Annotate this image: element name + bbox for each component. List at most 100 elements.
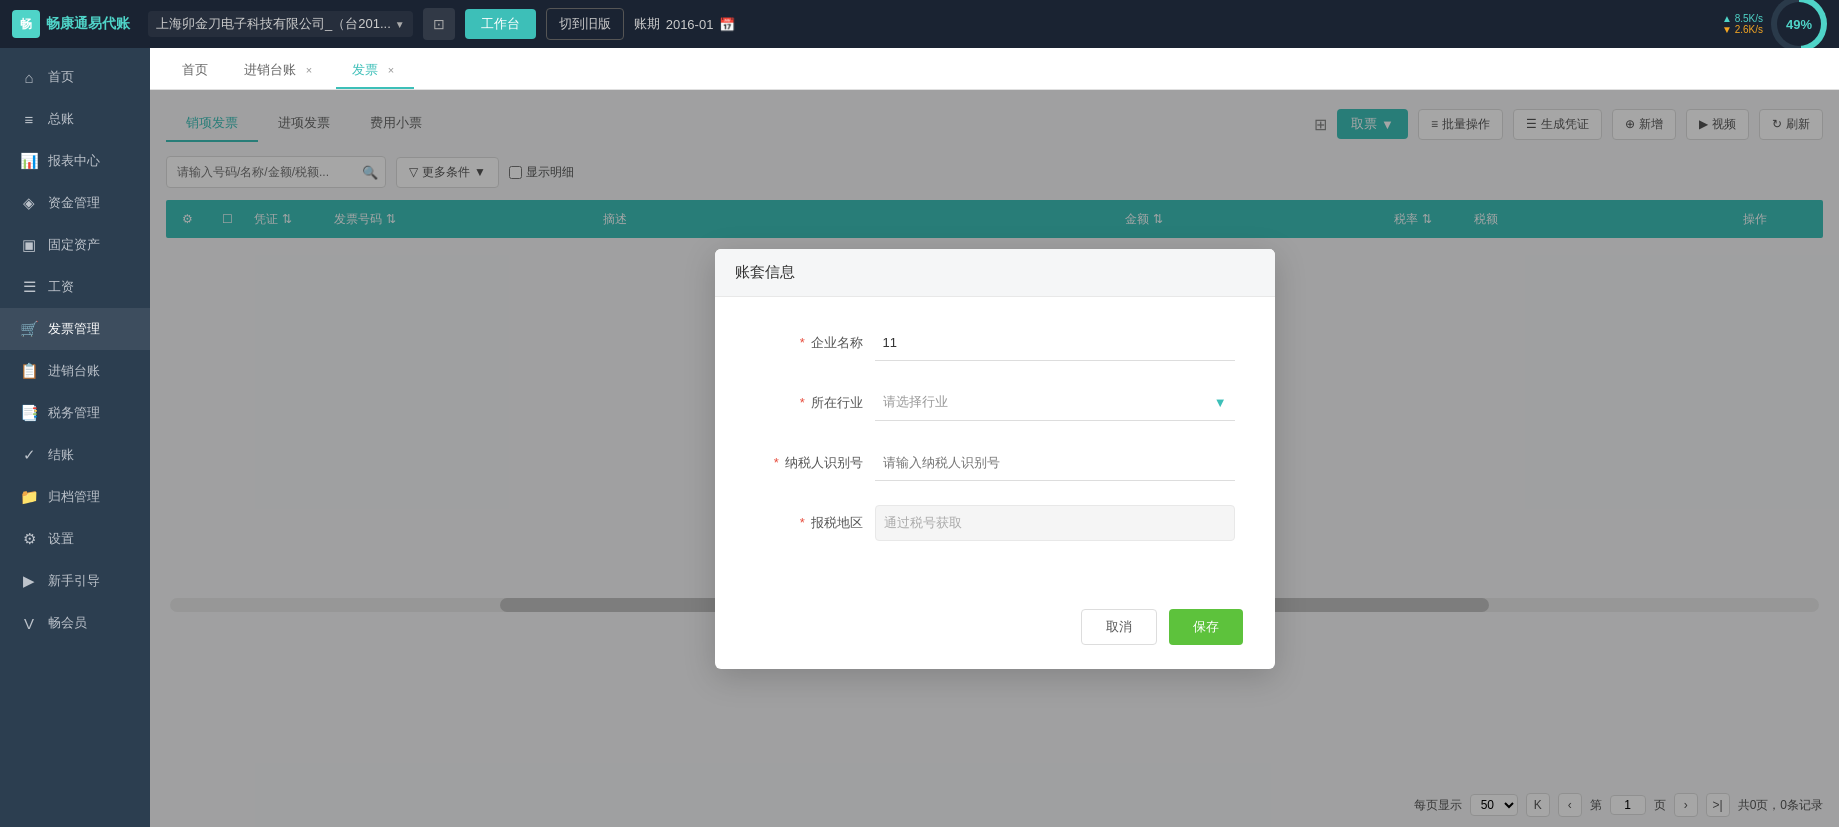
salary-icon: ☰ bbox=[20, 278, 38, 296]
sidebar-label-guide: 新手引导 bbox=[48, 572, 100, 590]
company-name-input[interactable] bbox=[875, 325, 1235, 361]
dialog-footer: 取消 保存 bbox=[715, 593, 1275, 669]
company-dropdown-icon: ▼ bbox=[395, 19, 405, 30]
reports-icon: 📊 bbox=[20, 152, 38, 170]
tab-purchase-close[interactable]: × bbox=[302, 63, 316, 77]
sidebar-item-settlement[interactable]: ✓ 结账 bbox=[0, 434, 150, 476]
tax-region-placeholder: 通过税号获取 bbox=[884, 514, 962, 532]
tax-id-input[interactable] bbox=[875, 445, 1235, 481]
dialog-title: 账套信息 bbox=[735, 263, 795, 280]
company-selector[interactable]: 上海卯金刀电子科技有限公司_（台201... ▼ bbox=[148, 11, 413, 37]
industry-select[interactable]: 请选择行业 ▼ bbox=[875, 385, 1235, 421]
ledger-icon: ≡ bbox=[20, 111, 38, 128]
logo-icon: 畅 bbox=[12, 10, 40, 38]
account-info-dialog: 账套信息 * 企业名称 * 所在行 bbox=[715, 249, 1275, 669]
dialog-header: 账套信息 bbox=[715, 249, 1275, 297]
tab-home[interactable]: 首页 bbox=[166, 53, 224, 89]
topbar: 畅 畅康通易代账 上海卯金刀电子科技有限公司_（台201... ▼ ⊡ 工作台 … bbox=[0, 0, 1839, 48]
sidebar-item-capital[interactable]: ◈ 资金管理 bbox=[0, 182, 150, 224]
sidebar-item-archive[interactable]: 📁 归档管理 bbox=[0, 476, 150, 518]
tab-invoice-label: 发票 bbox=[352, 61, 378, 79]
main-area: 首页 进销台账 × 发票 × 销项发票 进项发票 费用小票 ⊞ bbox=[150, 48, 1839, 827]
speed-circle: 49% bbox=[1771, 0, 1827, 52]
app-logo: 畅 畅康通易代账 bbox=[12, 10, 130, 38]
content-area: 销项发票 进项发票 费用小票 ⊞ 取票 ▼ ≡ 批量操作 ☰ bbox=[150, 90, 1839, 827]
sidebar-item-invoice[interactable]: 🛒 发票管理 bbox=[0, 308, 150, 350]
sidebar-label-capital: 资金管理 bbox=[48, 194, 100, 212]
period-value: 2016-01 bbox=[666, 17, 714, 32]
sidebar-item-tax[interactable]: 📑 税务管理 bbox=[0, 392, 150, 434]
sidebar-item-purchase[interactable]: 📋 进销台账 bbox=[0, 350, 150, 392]
assets-icon: ▣ bbox=[20, 236, 38, 254]
speed-down: ▼ 2.6K/s bbox=[1722, 24, 1763, 35]
sidebar-label-invoice: 发票管理 bbox=[48, 320, 100, 338]
member-icon: V bbox=[20, 615, 38, 632]
form-row-industry: * 所在行业 请选择行业 ▼ bbox=[755, 385, 1235, 421]
period-label: 账期 bbox=[634, 15, 660, 33]
form-row-company: * 企业名称 bbox=[755, 325, 1235, 361]
tax-region-label: * 报税地区 bbox=[755, 514, 875, 532]
sidebar-label-settings: 设置 bbox=[48, 530, 74, 548]
form-row-tax-region: * 报税地区 通过税号获取 bbox=[755, 505, 1235, 541]
modal-overlay: 账套信息 * 企业名称 * 所在行 bbox=[150, 90, 1839, 827]
settlement-icon: ✓ bbox=[20, 446, 38, 464]
dialog-body: * 企业名称 * 所在行业 请选择行业 ▼ bbox=[715, 297, 1275, 593]
app-name: 畅康通易代账 bbox=[46, 15, 130, 33]
industry-dropdown-icon: ▼ bbox=[1214, 395, 1227, 410]
speed-text: ▲ 8.5K/s ▼ 2.6K/s bbox=[1722, 13, 1763, 35]
capital-icon: ◈ bbox=[20, 194, 38, 212]
tax-id-label: * 纳税人识别号 bbox=[755, 454, 875, 472]
speed-percent: 49% bbox=[1777, 2, 1821, 46]
sidebar-label-archive: 归档管理 bbox=[48, 488, 100, 506]
tabs-bar: 首页 进销台账 × 发票 × bbox=[150, 48, 1839, 90]
company-name-label: * 企业名称 bbox=[755, 334, 875, 352]
sidebar-label-salary: 工资 bbox=[48, 278, 74, 296]
sidebar-item-member[interactable]: V 畅会员 bbox=[0, 602, 150, 644]
sidebar-label-tax: 税务管理 bbox=[48, 404, 100, 422]
calendar-icon[interactable]: 📅 bbox=[719, 17, 735, 32]
sidebar-item-settings[interactable]: ⚙ 设置 bbox=[0, 518, 150, 560]
archive-icon: 📁 bbox=[20, 488, 38, 506]
tab-invoice-close[interactable]: × bbox=[384, 63, 398, 77]
copy-icon-btn[interactable]: ⊡ bbox=[423, 8, 455, 40]
sidebar-label-assets: 固定资产 bbox=[48, 236, 100, 254]
sidebar-item-home[interactable]: ⌂ 首页 bbox=[0, 56, 150, 98]
tab-purchase[interactable]: 进销台账 × bbox=[228, 53, 332, 89]
sidebar-label-reports: 报表中心 bbox=[48, 152, 100, 170]
tax-icon: 📑 bbox=[20, 404, 38, 422]
old-version-button[interactable]: 切到旧版 bbox=[546, 8, 624, 40]
settings-icon: ⚙ bbox=[20, 530, 38, 548]
required-mark-industry: * bbox=[800, 395, 805, 410]
sidebar-item-salary[interactable]: ☰ 工资 bbox=[0, 266, 150, 308]
sidebar-item-reports[interactable]: 📊 报表中心 bbox=[0, 140, 150, 182]
sidebar-label-purchase: 进销台账 bbox=[48, 362, 100, 380]
required-mark-taxid: * bbox=[774, 455, 779, 470]
form-row-tax-id: * 纳税人识别号 bbox=[755, 445, 1235, 481]
sidebar-label-home: 首页 bbox=[48, 68, 74, 86]
required-mark-taxregion: * bbox=[800, 515, 805, 530]
topbar-right: ▲ 8.5K/s ▼ 2.6K/s 49% bbox=[1722, 0, 1827, 52]
home-icon: ⌂ bbox=[20, 69, 38, 86]
sidebar-label-member: 畅会员 bbox=[48, 614, 87, 632]
sidebar-label-ledger: 总账 bbox=[48, 110, 74, 128]
tab-home-label: 首页 bbox=[182, 61, 208, 79]
speed-up: ▲ 8.5K/s bbox=[1722, 13, 1763, 24]
purchase-icon: 📋 bbox=[20, 362, 38, 380]
workspace-button[interactable]: 工作台 bbox=[465, 9, 536, 39]
tax-region-display: 通过税号获取 bbox=[875, 505, 1235, 541]
tab-purchase-label: 进销台账 bbox=[244, 61, 296, 79]
sidebar-label-settlement: 结账 bbox=[48, 446, 74, 464]
invoice-icon: 🛒 bbox=[20, 320, 38, 338]
sidebar: ⌂ 首页 ≡ 总账 📊 报表中心 ◈ 资金管理 ▣ 固定资产 ☰ 工资 🛒 发票… bbox=[0, 48, 150, 827]
sidebar-item-guide[interactable]: ▶ 新手引导 bbox=[0, 560, 150, 602]
required-mark-company: * bbox=[800, 335, 805, 350]
sidebar-item-ledger[interactable]: ≡ 总账 bbox=[0, 98, 150, 140]
period-display: 账期 2016-01 📅 bbox=[634, 15, 736, 33]
sidebar-item-assets[interactable]: ▣ 固定资产 bbox=[0, 224, 150, 266]
industry-placeholder: 请选择行业 bbox=[883, 393, 948, 411]
tab-invoice[interactable]: 发票 × bbox=[336, 53, 414, 89]
industry-label: * 所在行业 bbox=[755, 394, 875, 412]
save-button[interactable]: 保存 bbox=[1169, 609, 1243, 645]
cancel-button[interactable]: 取消 bbox=[1081, 609, 1157, 645]
company-name: 上海卯金刀电子科技有限公司_（台201... bbox=[156, 15, 391, 33]
